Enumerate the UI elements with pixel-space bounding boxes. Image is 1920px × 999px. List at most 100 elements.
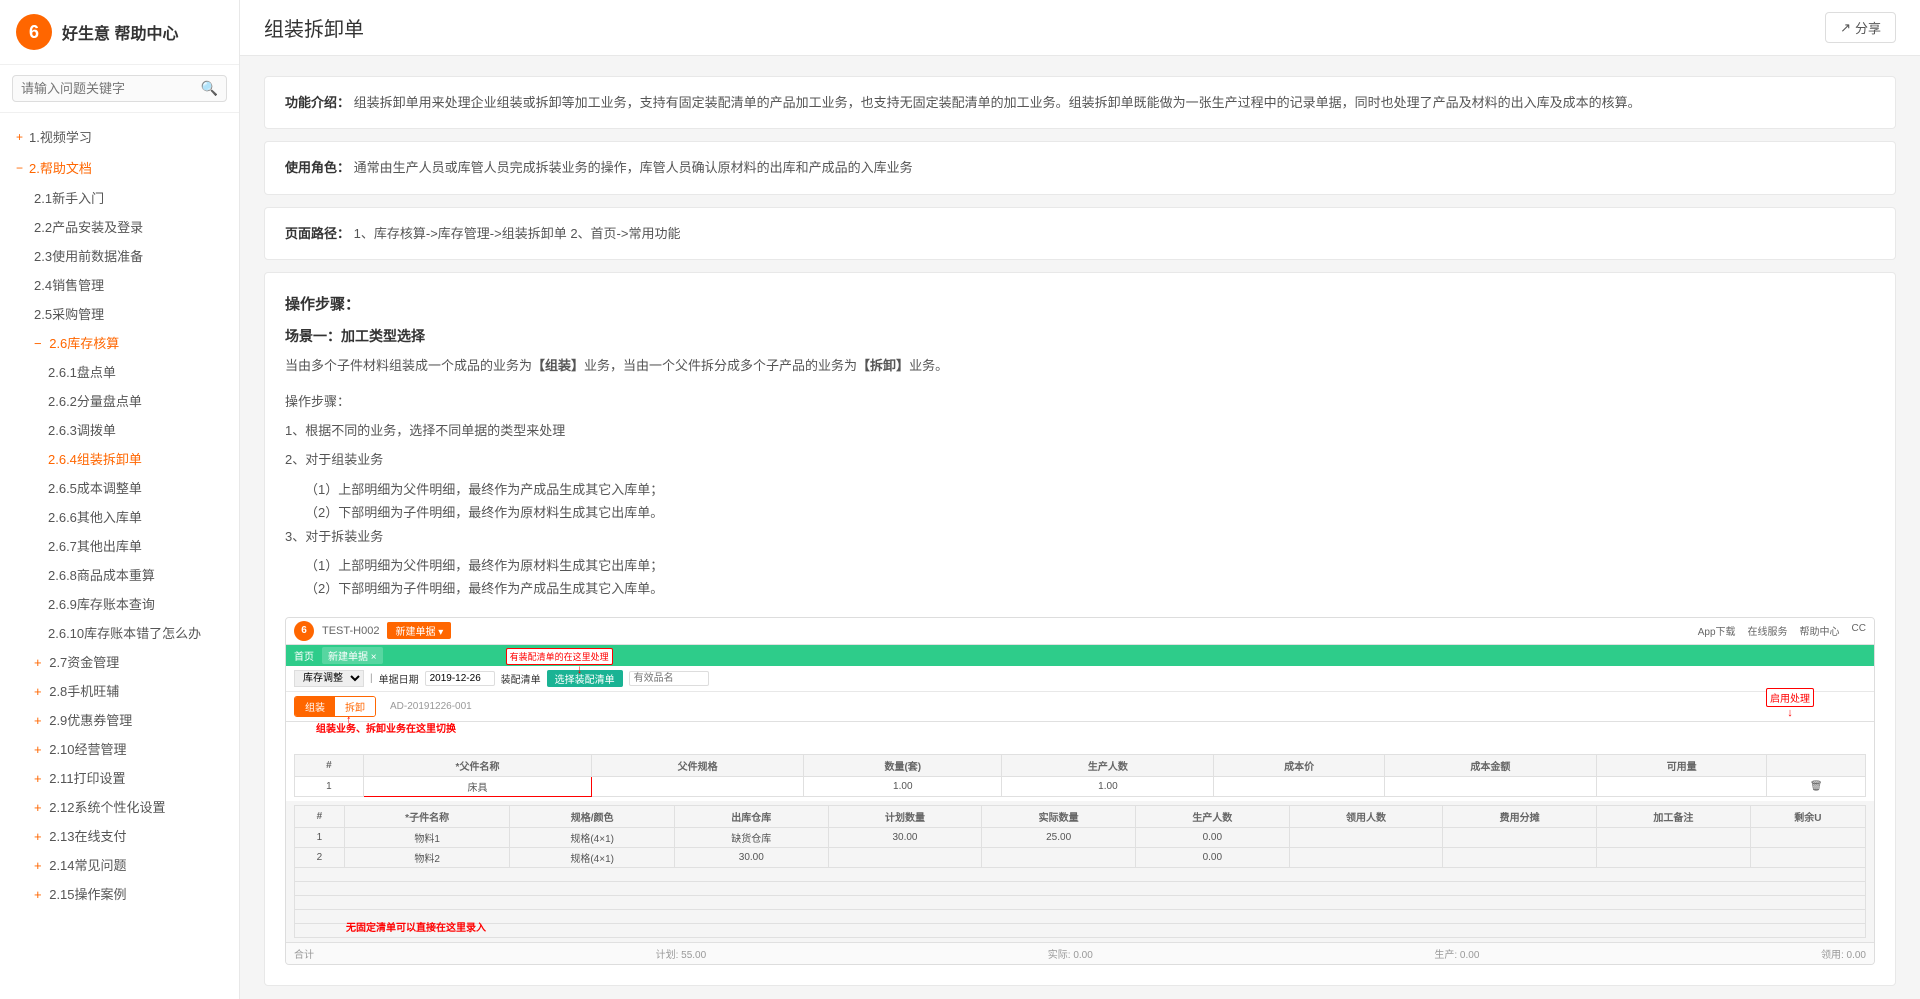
sidebar-item-inventory[interactable]: − 2.6库存核算 — [0, 328, 239, 357]
plus-icon-payment: + — [34, 829, 42, 844]
page-title: 组装拆卸单 — [264, 13, 364, 42]
col-num: # — [295, 754, 364, 776]
sidebar-item-move[interactable]: 2.6.3调拨单 — [0, 415, 239, 444]
minus-icon: − — [34, 336, 42, 351]
path-label: 页面路径： — [285, 226, 350, 241]
annotation-freeform: 无固定清单可以直接在这里录入 — [346, 919, 486, 934]
table-row: 1 物料1 规格(4×1) 缺货仓库 30.00 25.00 0.00 — [295, 827, 1866, 847]
sidebar-item-other-in[interactable]: 2.6.6其他入库单 — [0, 502, 239, 531]
sidebar-item-payment[interactable]: + 2.13在线支付 — [0, 821, 239, 850]
col-cost: 成本价 — [1214, 754, 1384, 776]
sidebar-item-print[interactable]: + 2.11打印设置 — [0, 763, 239, 792]
annotation-assemble: 有装配清单的在这里处理 — [506, 648, 613, 665]
sidebar-item-stock-ledger[interactable]: 2.6.9库存账本查询 — [0, 589, 239, 618]
sidebar-item-finance[interactable]: + 2.7资金管理 — [0, 647, 239, 676]
new-doc-btn[interactable]: 新建单据 ▾ — [387, 622, 451, 639]
sidebar-item-mobile[interactable]: + 2.8手机旺辅 — [0, 676, 239, 705]
empty-row — [295, 909, 1866, 923]
path-block: 页面路径： 1、库存核算->库存管理->组装拆卸单 2、首页->常用功能 — [264, 207, 1896, 260]
step2: 2、对于组装业务 — [285, 448, 1875, 471]
parent-table: # *父件名称 父件规格 数量(套) 生产人数 成本价 成本金额 可用量 — [294, 754, 1866, 797]
product-input[interactable] — [629, 671, 709, 686]
col-actions — [1767, 754, 1866, 776]
plus-icon-ops: + — [34, 742, 42, 757]
child-table: # *子件名称 规格/颜色 出库仓库 计划数量 实际数量 生产人数 领用人数 费… — [294, 805, 1866, 938]
col-available: 可用量 — [1596, 754, 1766, 776]
scene1-title: 场景一：加工类型选择 — [285, 326, 1875, 346]
share-icon: ↗ — [1840, 20, 1851, 36]
app-top-nav: App下载 在线服务 帮助中心 CC — [1698, 623, 1866, 638]
sidebar: 6 好生意 帮助中心 🔍 + 1.视频学习 − 2.帮助文档 2.1新手入门 2… — [0, 0, 240, 999]
sidebar-item-assemble[interactable]: 2.6.4组装拆卸单 — [0, 444, 239, 473]
plus-icon-faq: + — [34, 858, 42, 873]
step3: 3、对于拆装业务 — [285, 525, 1875, 548]
empty-row — [295, 923, 1866, 937]
sidebar-item-personalize[interactable]: + 2.12系统个性化设置 — [0, 792, 239, 821]
nav-home[interactable]: 首页 — [294, 648, 314, 663]
sidebar-item-sales[interactable]: 2.4销售管理 — [0, 270, 239, 299]
search-input[interactable] — [21, 81, 201, 96]
content-area: 功能介绍： 组装拆卸单用来处理企业组装或拆卸等加工业务，支持有固定装配清单的产品… — [240, 56, 1920, 999]
sidebar-item-install[interactable]: 2.2产品安装及登录 — [0, 212, 239, 241]
logo-area: 6 好生意 帮助中心 — [0, 0, 239, 65]
assemble-no-label: 装配清单 — [501, 671, 541, 686]
sidebar-item-label: 2.帮助文档 — [29, 158, 92, 177]
sidebar-item-faq[interactable]: + 2.14常见问题 — [0, 850, 239, 879]
sidebar-item-data-prep[interactable]: 2.3使用前数据准备 — [0, 241, 239, 270]
sidebar-item-stock-error[interactable]: 2.6.10库存账本错了怎么办 — [0, 618, 239, 647]
disassemble-btn[interactable]: 拆卸 — [335, 697, 375, 716]
empty-row — [295, 881, 1866, 895]
date-label: 单据日期 — [379, 671, 419, 686]
empty-row — [295, 867, 1866, 881]
share-button[interactable]: ↗ 分享 — [1825, 12, 1896, 43]
path-text: 1、库存核算->库存管理->组装拆卸单 2、首页->常用功能 — [354, 226, 681, 241]
sidebar-item-partial-stocktake[interactable]: 2.6.2分量盘点单 — [0, 386, 239, 415]
col-amount: 成本金额 — [1384, 754, 1596, 776]
sidebar-item-purchase[interactable]: 2.5采购管理 — [0, 299, 239, 328]
step2-1: （1）上部明细为父件明细，最终作为产成品生成其它入库单； — [285, 478, 1875, 501]
annotation-arrow2: ↑ — [346, 714, 352, 726]
intro-text: 组装拆卸单用来处理企业组装或拆卸等加工业务，支持有固定装配清单的产品加工业务，也… — [354, 95, 1641, 110]
intro-block: 功能介绍： 组装拆卸单用来处理企业组装或拆卸等加工业务，支持有固定装配清单的产品… — [264, 76, 1896, 129]
col-qty: 数量(套) — [804, 754, 1002, 776]
assemble-select-btn[interactable]: 选择装配清单 有装配清单的在这里处理 ↓ — [547, 670, 623, 687]
search-icon[interactable]: 🔍 — [201, 80, 218, 97]
ops-title: 操作步骤： — [285, 293, 1875, 314]
plus-icon-mobile: + — [34, 684, 42, 699]
sidebar-item-cases[interactable]: + 2.15操作案例 — [0, 879, 239, 908]
sidebar-item-stocktake[interactable]: 2.6.1盘点单 — [0, 357, 239, 386]
doc-type-select[interactable]: 库存调整 组装拆卸 — [294, 670, 364, 687]
sidebar-item-newbie[interactable]: 2.1新手入门 — [0, 183, 239, 212]
step2-2: （2）下部明细为子件明细，最终作为原材料生成其它出库单。 — [285, 501, 1875, 524]
sidebar-item-goods-cost[interactable]: 2.6.8商品成本重算 — [0, 560, 239, 589]
sidebar-item-other-out[interactable]: 2.6.7其他出库单 — [0, 531, 239, 560]
type-toggle-area: 组装 拆卸 — [294, 696, 376, 717]
disassemble-keyword: 【拆卸】 — [857, 358, 909, 373]
plus-icon-cases: + — [34, 887, 42, 902]
plus-icon-print: + — [34, 771, 42, 786]
sidebar-item-cost-adjust[interactable]: 2.6.5成本调整单 — [0, 473, 239, 502]
main: 组装拆卸单 ↗ 分享 功能介绍： 组装拆卸单用来处理企业组装或拆卸等加工业务，支… — [240, 0, 1920, 999]
col-workers: 生产人数 — [1002, 754, 1214, 776]
date-input[interactable] — [425, 671, 495, 686]
steps-section: 操作步骤： 场景一：加工类型选择 当由多个子件材料组装成一个成品的业务为【组装】… — [264, 272, 1896, 986]
sidebar-item-ops[interactable]: + 2.10经营管理 — [0, 734, 239, 763]
sidebar-item-docs[interactable]: − 2.帮助文档 — [0, 152, 239, 183]
lower-table-area: 无固定清单可以直接在这里录入 # *子件名称 规格/颜色 出库仓库 计划数量 实… — [286, 801, 1874, 942]
app-simulation: 6 TEST-H002 新建单据 ▾ App下载 在线服务 帮助中心 CC — [286, 618, 1874, 964]
plus-icon-coupon: + — [34, 713, 42, 728]
search-box[interactable]: 🔍 — [12, 75, 227, 102]
sidebar-item-video[interactable]: + 1.视频学习 — [0, 121, 239, 152]
annotation-toggle: 组装业务、拆卸业务在这里切换 — [316, 720, 456, 735]
collapse-icon: − — [16, 161, 23, 175]
sidebar-item-label: 1.视频学习 — [29, 127, 92, 146]
plus-icon-personalize: + — [34, 800, 42, 815]
nav-new-tab[interactable]: 新建单据 × — [322, 647, 383, 664]
sidebar-item-coupon[interactable]: + 2.9优惠券管理 — [0, 705, 239, 734]
table-row: 1 床具 1.00 1.00 🗑 — [295, 776, 1866, 796]
expand-icon: + — [16, 130, 23, 144]
intro-label: 功能介绍： — [285, 95, 350, 110]
assemble-btn[interactable]: 组装 — [295, 697, 335, 716]
ops-intro: 操作步骤： — [285, 390, 1875, 413]
search-area: 🔍 — [0, 65, 239, 113]
